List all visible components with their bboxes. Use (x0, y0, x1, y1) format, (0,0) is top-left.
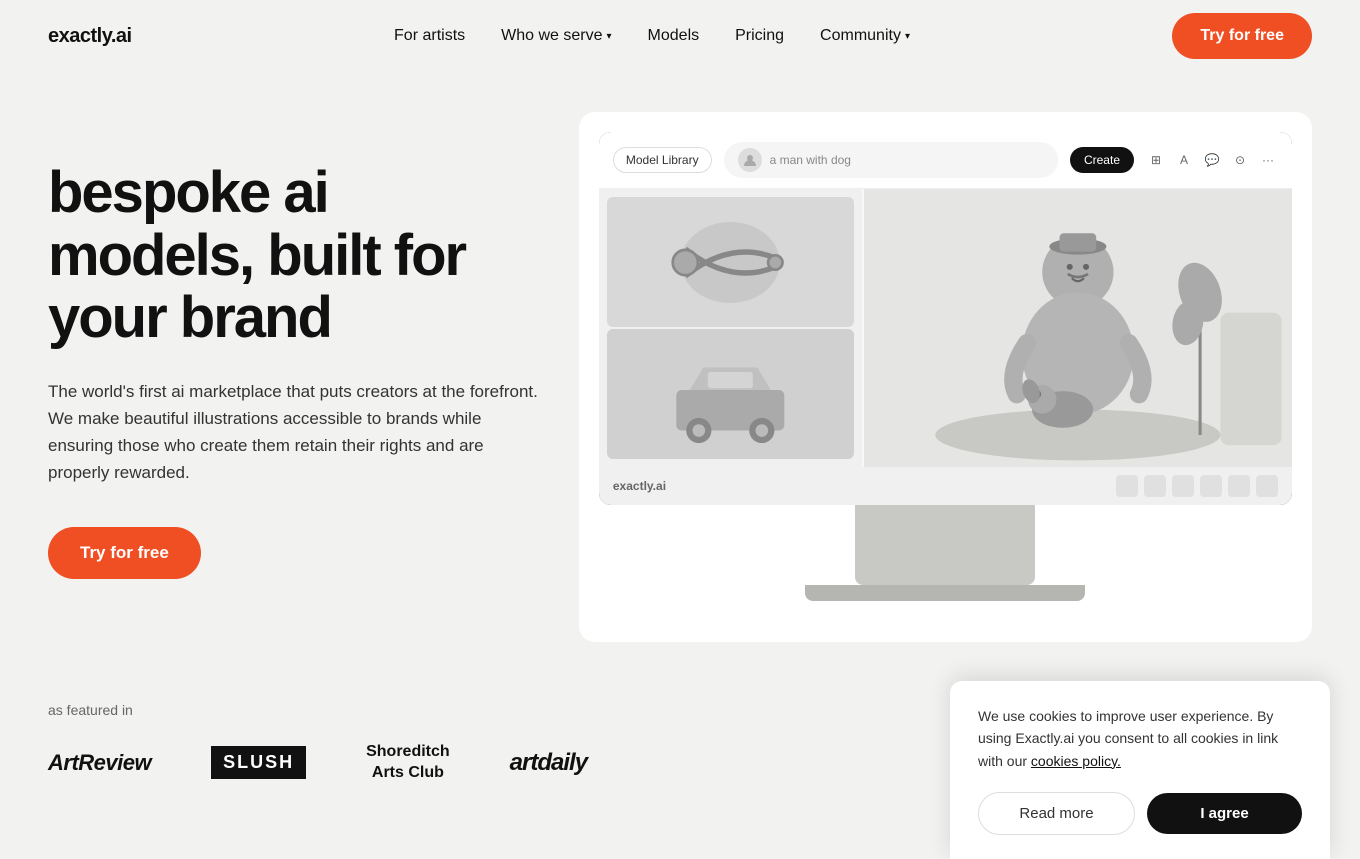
app-content (599, 189, 1292, 467)
hero-title: bespoke ai models, built for your brand (48, 162, 539, 350)
footer-icon-5 (1228, 475, 1250, 497)
nav-models[interactable]: Models (648, 27, 700, 45)
grid-icon: ⊞ (1146, 150, 1166, 170)
chevron-down-icon: ▾ (905, 31, 910, 42)
settings-icon: ⊙ (1230, 150, 1250, 170)
monitor-stand (855, 505, 1035, 585)
cookie-policy-link[interactable]: cookies policy. (1031, 753, 1121, 769)
thumbnail-car[interactable] (607, 329, 854, 459)
hero-section: bespoke ai models, built for your brand … (0, 72, 1360, 652)
hero-app-preview: Model Library a man with dog Create ⊞ A … (579, 112, 1312, 642)
monitor-base (805, 585, 1085, 601)
app-footer-icons (1116, 475, 1278, 497)
thumbnails-column (599, 189, 862, 467)
more-icon: ··· (1258, 150, 1278, 170)
nav-community[interactable]: Community ▾ (820, 27, 910, 45)
main-nav: For artists Who we serve ▾ Models Pricin… (394, 27, 910, 45)
hero-try-free-button[interactable]: Try for free (48, 527, 201, 579)
header-try-free-button[interactable]: Try for free (1172, 13, 1312, 59)
i-agree-button[interactable]: I agree (1147, 793, 1302, 834)
cookie-actions: Read more I agree (978, 792, 1302, 835)
logo-artdaily: artdaily (510, 749, 587, 777)
footer-icon-6 (1256, 475, 1278, 497)
logo-slush: SLUSH (211, 746, 306, 779)
header: exactly.ai For artists Who we serve ▾ Mo… (0, 0, 1360, 72)
app-brand-label: exactly.ai (613, 479, 666, 493)
chevron-down-icon: ▾ (607, 31, 612, 42)
hero-left-panel: bespoke ai models, built for your brand … (48, 112, 579, 579)
chat-icon: 💬 (1202, 150, 1222, 170)
monitor-stand-area (599, 505, 1292, 601)
text-icon: A (1174, 150, 1194, 170)
read-more-button[interactable]: Read more (978, 792, 1135, 835)
thumbnail-scissors[interactable] (607, 197, 854, 327)
footer-icon-3 (1172, 475, 1194, 497)
cookie-text: We use cookies to improve user experienc… (978, 705, 1302, 772)
logo[interactable]: exactly.ai (48, 25, 132, 48)
app-toolbar: Model Library a man with dog Create ⊞ A … (599, 132, 1292, 189)
nav-who-we-serve[interactable]: Who we serve ▾ (501, 27, 611, 45)
nav-pricing[interactable]: Pricing (735, 27, 784, 45)
model-library-button[interactable]: Model Library (613, 147, 712, 173)
footer-icon-1 (1116, 475, 1138, 497)
avatar (738, 148, 762, 172)
search-bar: a man with dog (724, 142, 1058, 178)
nav-for-artists[interactable]: For artists (394, 27, 465, 45)
cookie-banner: We use cookies to improve user experienc… (950, 681, 1330, 859)
app-window: Model Library a man with dog Create ⊞ A … (599, 132, 1292, 505)
footer-icon-4 (1200, 475, 1222, 497)
search-input[interactable]: a man with dog (770, 153, 851, 167)
logo-artreview: ArtReview (48, 750, 151, 776)
hero-subtitle: The world's first ai marketplace that pu… (48, 378, 539, 487)
app-footer: exactly.ai (599, 467, 1292, 505)
logo-shoreditch: ShoreditchArts Club (366, 742, 450, 784)
main-illustration (864, 189, 1292, 467)
footer-icon-2 (1144, 475, 1166, 497)
create-button[interactable]: Create (1070, 147, 1134, 173)
toolbar-icons: ⊞ A 💬 ⊙ ··· (1146, 150, 1278, 170)
